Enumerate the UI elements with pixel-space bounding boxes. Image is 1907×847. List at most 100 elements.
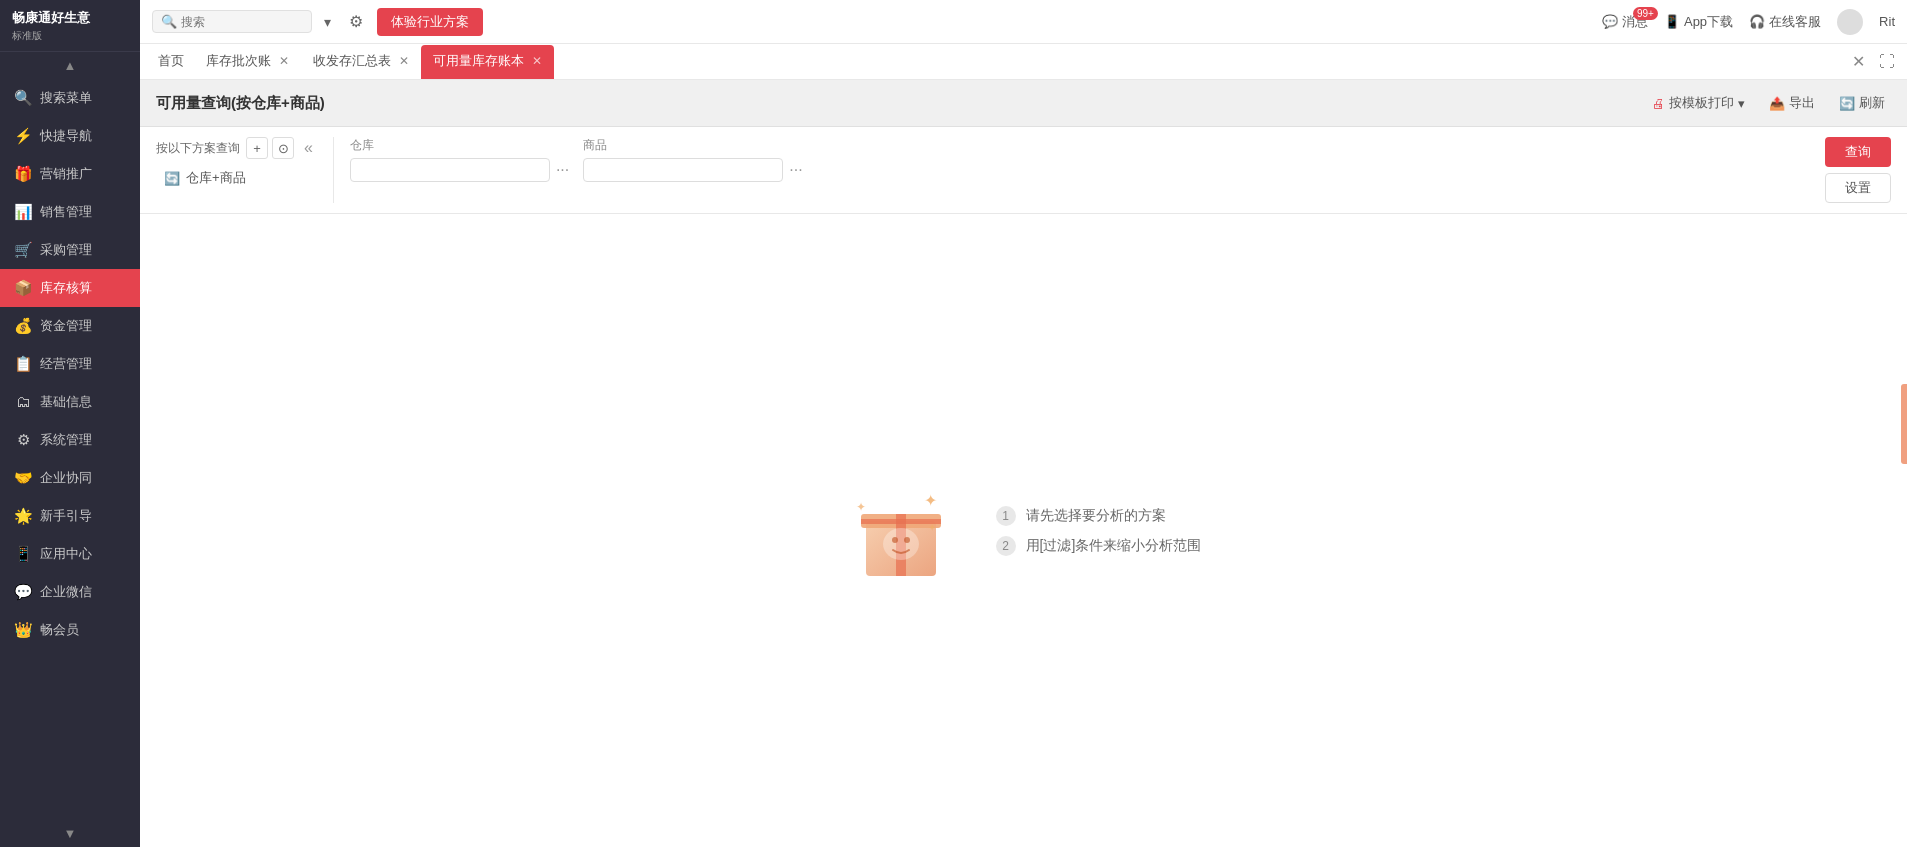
sidebar-item-appcenter[interactable]: 📱 应用中心 <box>0 535 140 573</box>
settings-scheme-button[interactable]: ⊙ <box>272 137 294 159</box>
sidebar-item-wechat[interactable]: 💬 企业微信 <box>0 573 140 611</box>
sidebar-item-inventory[interactable]: 📦 库存核算 <box>0 269 140 307</box>
sidebar-item-finance[interactable]: 💰 资金管理 <box>0 307 140 345</box>
sidebar-item-label: 基础信息 <box>40 393 92 411</box>
brand-title: 畅康通好生意 <box>12 10 128 27</box>
tab-receipt-summary[interactable]: 收发存汇总表 ✕ <box>301 45 421 79</box>
sidebar-item-operations[interactable]: 📋 经营管理 <box>0 345 140 383</box>
svg-text:✦: ✦ <box>856 500 866 514</box>
tab-receipt-label: 收发存汇总表 <box>313 52 391 70</box>
query-button[interactable]: 查询 <box>1825 137 1891 167</box>
empty-content-row: ✦ ✦ ✦ 1 请先选择要分析的方案 2 用[过滤]条件来缩小分析范围 <box>846 416 1202 646</box>
tab-available-ledger[interactable]: 可用量库存账本 ✕ <box>421 45 554 79</box>
username-label[interactable]: Rit <box>1879 14 1895 29</box>
sidebar-item-marketing[interactable]: 🎁 营销推广 <box>0 155 140 193</box>
filter-settings-button[interactable]: 设置 <box>1825 173 1891 203</box>
empty-step-2: 2 用[过滤]条件来缩小分析范围 <box>996 536 1202 556</box>
sidebar-item-member[interactable]: 👑 畅会员 <box>0 611 140 649</box>
collapse-button[interactable]: « <box>300 139 317 157</box>
goods-field: 商品 ··· <box>583 137 804 182</box>
warehouse-input[interactable] <box>350 158 550 182</box>
clipboard-icon: 📋 <box>14 355 32 373</box>
tab-batch[interactable]: 库存批次账 ✕ <box>194 45 301 79</box>
sidebar-item-newuser[interactable]: 🌟 新手引导 <box>0 497 140 535</box>
sidebar-item-label: 企业协同 <box>40 469 92 487</box>
sidebar-item-search[interactable]: 🔍 搜索菜单 <box>0 79 140 117</box>
tab-receipt-close[interactable]: ✕ <box>399 54 409 68</box>
star-icon: 🌟 <box>14 507 32 525</box>
header-gear-button[interactable]: ⚙ <box>343 10 369 33</box>
message-button[interactable]: 💬 消息 99+ <box>1602 13 1648 31</box>
sidebar-item-label: 资金管理 <box>40 317 92 335</box>
scheme-item-icon: 🔄 <box>164 171 180 186</box>
sidebar-item-purchase[interactable]: 🛒 采购管理 <box>0 231 140 269</box>
filter-area: 按以下方案查询 + ⊙ « 🔄 仓库+商品 仓库 <box>140 127 1907 214</box>
app-download-button[interactable]: 📱 App下载 <box>1664 13 1733 31</box>
scheme-label-text: 按以下方案查询 <box>156 140 240 157</box>
app-label: App下载 <box>1684 13 1733 31</box>
refresh-button[interactable]: 🔄 刷新 <box>1833 90 1891 116</box>
expand-button[interactable]: ⛶ <box>1875 49 1899 75</box>
sidebar-item-enterprise[interactable]: 🤝 企业协同 <box>0 459 140 497</box>
money-icon: 💰 <box>14 317 32 335</box>
sidebar-item-label: 搜索菜单 <box>40 89 92 107</box>
sidebar-scroll-down[interactable]: ▼ <box>0 820 140 847</box>
tab-batch-label: 库存批次账 <box>206 52 271 70</box>
search-icon: 🔍 <box>14 89 32 107</box>
refresh-label: 刷新 <box>1859 94 1885 112</box>
sidebar-item-label: 应用中心 <box>40 545 92 563</box>
tab-available-label: 可用量库存账本 <box>433 52 524 70</box>
export-label: 导出 <box>1789 94 1815 112</box>
tabs-right: ✕ ⛶ <box>1848 48 1899 75</box>
tab-available-close[interactable]: ✕ <box>532 54 542 68</box>
sidebar-item-label: 库存核算 <box>40 279 92 297</box>
search-input[interactable] <box>181 15 281 29</box>
page-actions: 🖨 按模板打印 ▾ 📤 导出 🔄 刷新 <box>1646 90 1891 116</box>
trial-button[interactable]: 体验行业方案 <box>377 8 483 36</box>
empty-step-1: 1 请先选择要分析的方案 <box>996 506 1202 526</box>
empty-illustration: ✦ ✦ ✦ <box>846 476 956 586</box>
warehouse-more-button[interactable]: ··· <box>554 159 571 181</box>
step-1-text: 请先选择要分析的方案 <box>1026 507 1166 525</box>
export-button[interactable]: 📤 导出 <box>1763 90 1821 116</box>
header-dropdown-button[interactable]: ▾ <box>320 12 335 32</box>
add-scheme-button[interactable]: + <box>246 137 268 159</box>
sidebar-item-system[interactable]: ⚙ 系统管理 <box>0 421 140 459</box>
sidebar-item-label: 快捷导航 <box>40 127 92 145</box>
page-header: 可用量查询(按仓库+商品) 🖨 按模板打印 ▾ 📤 导出 🔄 刷新 <box>140 80 1907 127</box>
header-search-box[interactable]: 🔍 <box>152 10 312 33</box>
user-avatar[interactable] <box>1837 9 1863 35</box>
refresh-icon: 🔄 <box>1839 96 1855 111</box>
sidebar: 畅康通好生意 标准版 ▲ 🔍 搜索菜单 ⚡ 快捷导航 🎁 营销推广 📊 销售管理… <box>0 0 140 847</box>
scheme-label: 按以下方案查询 + ⊙ « <box>156 137 317 159</box>
svg-text:✦: ✦ <box>928 522 936 533</box>
tab-batch-close[interactable]: ✕ <box>279 54 289 68</box>
goods-input[interactable] <box>583 158 783 182</box>
page-content: 可用量查询(按仓库+商品) 🖨 按模板打印 ▾ 📤 导出 🔄 刷新 <box>140 80 1907 847</box>
svg-text:✦: ✦ <box>924 492 937 509</box>
sidebar-scroll-up[interactable]: ▲ <box>0 52 140 79</box>
service-label: 在线客服 <box>1769 13 1821 31</box>
warehouse-row: ··· <box>350 158 571 182</box>
sidebar-item-sales[interactable]: 📊 销售管理 <box>0 193 140 231</box>
gift-icon: 🎁 <box>14 165 32 183</box>
main-area: 🔍 ▾ ⚙ 体验行业方案 💬 消息 99+ 📱 App下载 🎧 在线客服 Rit <box>140 0 1907 847</box>
sidebar-item-quicknav[interactable]: ⚡ 快捷导航 <box>0 117 140 155</box>
tabs-bar: 首页 库存批次账 ✕ 收发存汇总表 ✕ 可用量库存账本 ✕ ✕ ⛶ <box>140 44 1907 80</box>
scheme-item-warehouse-goods[interactable]: 🔄 仓库+商品 <box>156 165 317 191</box>
online-service-button[interactable]: 🎧 在线客服 <box>1749 13 1821 31</box>
page-title: 可用量查询(按仓库+商品) <box>156 94 325 113</box>
chart-icon: 📊 <box>14 203 32 221</box>
sidebar-item-label: 新手引导 <box>40 507 92 525</box>
close-all-tabs-button[interactable]: ✕ <box>1848 48 1869 75</box>
header-right: 💬 消息 99+ 📱 App下载 🎧 在线客服 Rit <box>1602 9 1895 35</box>
message-icon: 💬 <box>1602 14 1618 29</box>
tab-home[interactable]: 首页 <box>148 45 194 79</box>
print-button[interactable]: 🖨 按模板打印 ▾ <box>1646 90 1751 116</box>
gear-icon: ⚙ <box>14 431 32 449</box>
sidebar-item-basic[interactable]: 🗂 基础信息 <box>0 383 140 421</box>
chat-icon: 💬 <box>14 583 32 601</box>
goods-more-button[interactable]: ··· <box>787 159 804 181</box>
phone-icon: 📱 <box>14 545 32 563</box>
sidebar-item-label: 经营管理 <box>40 355 92 373</box>
